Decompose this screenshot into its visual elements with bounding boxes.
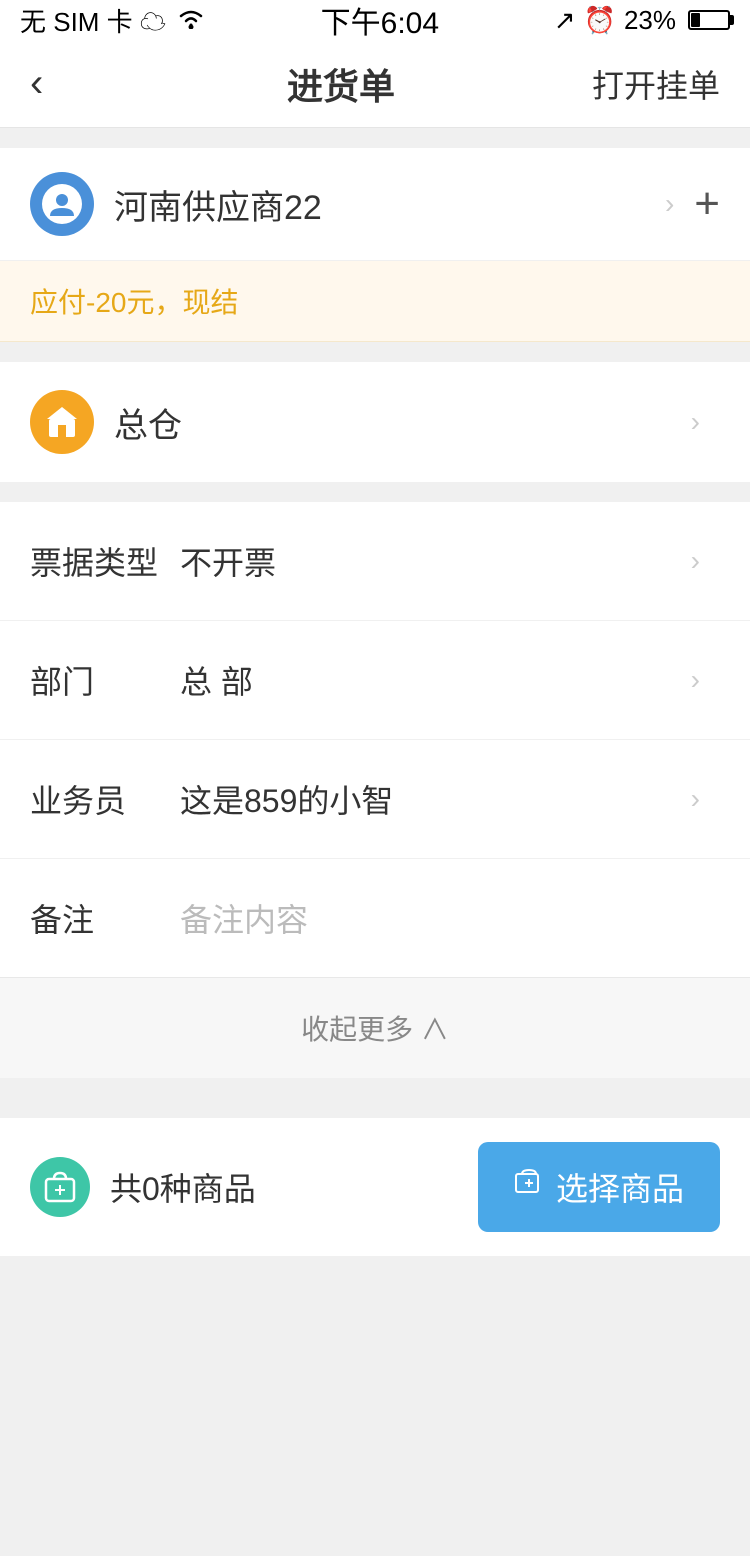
products-count: 共0种商品 [110, 1164, 478, 1210]
collapse-button[interactable]: 收起更多 ∧ [0, 977, 750, 1078]
warehouse-section: 总仓 › [0, 362, 750, 482]
open-pending-button[interactable]: 打开挂单 [592, 61, 720, 107]
supplier-name: 河南供应商22 [114, 180, 665, 229]
location-icon: ↗ [554, 5, 576, 36]
warehouse-chevron-icon: › [691, 406, 700, 438]
form-section: 票据类型 不开票 › 部门 总 部 › 业务员 这是859的小智 › 备注 备注… [0, 502, 750, 977]
sim-label: 无 SIM 卡 ☁ [20, 2, 166, 39]
supplier-row[interactable]: 河南供应商22 › + [0, 148, 750, 261]
alarm-icon: ⏰ [584, 5, 616, 36]
warehouse-row[interactable]: 总仓 › [0, 362, 750, 482]
products-row: 共0种商品 选择商品 [0, 1118, 750, 1256]
supplier-chevron-icon: › [665, 188, 674, 220]
wifi-icon [176, 5, 206, 36]
nav-bar: ‹ 进货单 打开挂单 [0, 40, 750, 128]
battery-icon [688, 10, 730, 30]
invoice-type-value: 不开票 [180, 538, 691, 584]
invoice-type-label: 票据类型 [30, 538, 170, 584]
products-icon [30, 1157, 90, 1217]
alert-banner: 应付-20元，现结 [0, 261, 750, 342]
supplier-section: 河南供应商22 › + 应付-20元，现结 [0, 148, 750, 342]
invoice-chevron-icon: › [691, 545, 700, 577]
page-title: 进货单 [287, 58, 395, 110]
department-row[interactable]: 部门 总 部 › [0, 621, 750, 740]
status-time: 下午6:04 [321, 0, 439, 42]
avatar [30, 172, 94, 236]
salesperson-row[interactable]: 业务员 这是859的小智 › [0, 740, 750, 859]
status-bar: 无 SIM 卡 ☁ 下午6:04 ↗ ⏰ 23% [0, 0, 750, 40]
salesperson-chevron-icon: › [691, 783, 700, 815]
select-product-icon [514, 1168, 544, 1206]
remark-row[interactable]: 备注 备注内容 [0, 859, 750, 977]
select-product-button[interactable]: 选择商品 [478, 1142, 720, 1232]
remark-label: 备注 [30, 895, 170, 941]
salesperson-label: 业务员 [30, 776, 170, 822]
warehouse-icon [30, 390, 94, 454]
select-product-label: 选择商品 [556, 1164, 684, 1210]
add-supplier-button[interactable]: + [694, 182, 720, 226]
salesperson-value: 这是859的小智 [180, 776, 691, 822]
department-value: 总 部 [180, 657, 691, 703]
warehouse-name: 总仓 [114, 398, 691, 447]
status-right: ↗ ⏰ 23% [554, 5, 730, 36]
department-label: 部门 [30, 657, 170, 703]
back-button[interactable]: ‹ [30, 61, 90, 106]
status-left: 无 SIM 卡 ☁ [20, 2, 206, 39]
avatar-inner [42, 184, 82, 224]
invoice-type-row[interactable]: 票据类型 不开票 › [0, 502, 750, 621]
section-gap-2 [0, 1078, 750, 1098]
section-divider-1 [0, 128, 750, 148]
department-chevron-icon: › [691, 664, 700, 696]
remark-input[interactable]: 备注内容 [180, 895, 720, 941]
page-background [0, 1256, 750, 1556]
section-gap-1 [0, 342, 750, 362]
battery-percent: 23% [624, 5, 676, 36]
